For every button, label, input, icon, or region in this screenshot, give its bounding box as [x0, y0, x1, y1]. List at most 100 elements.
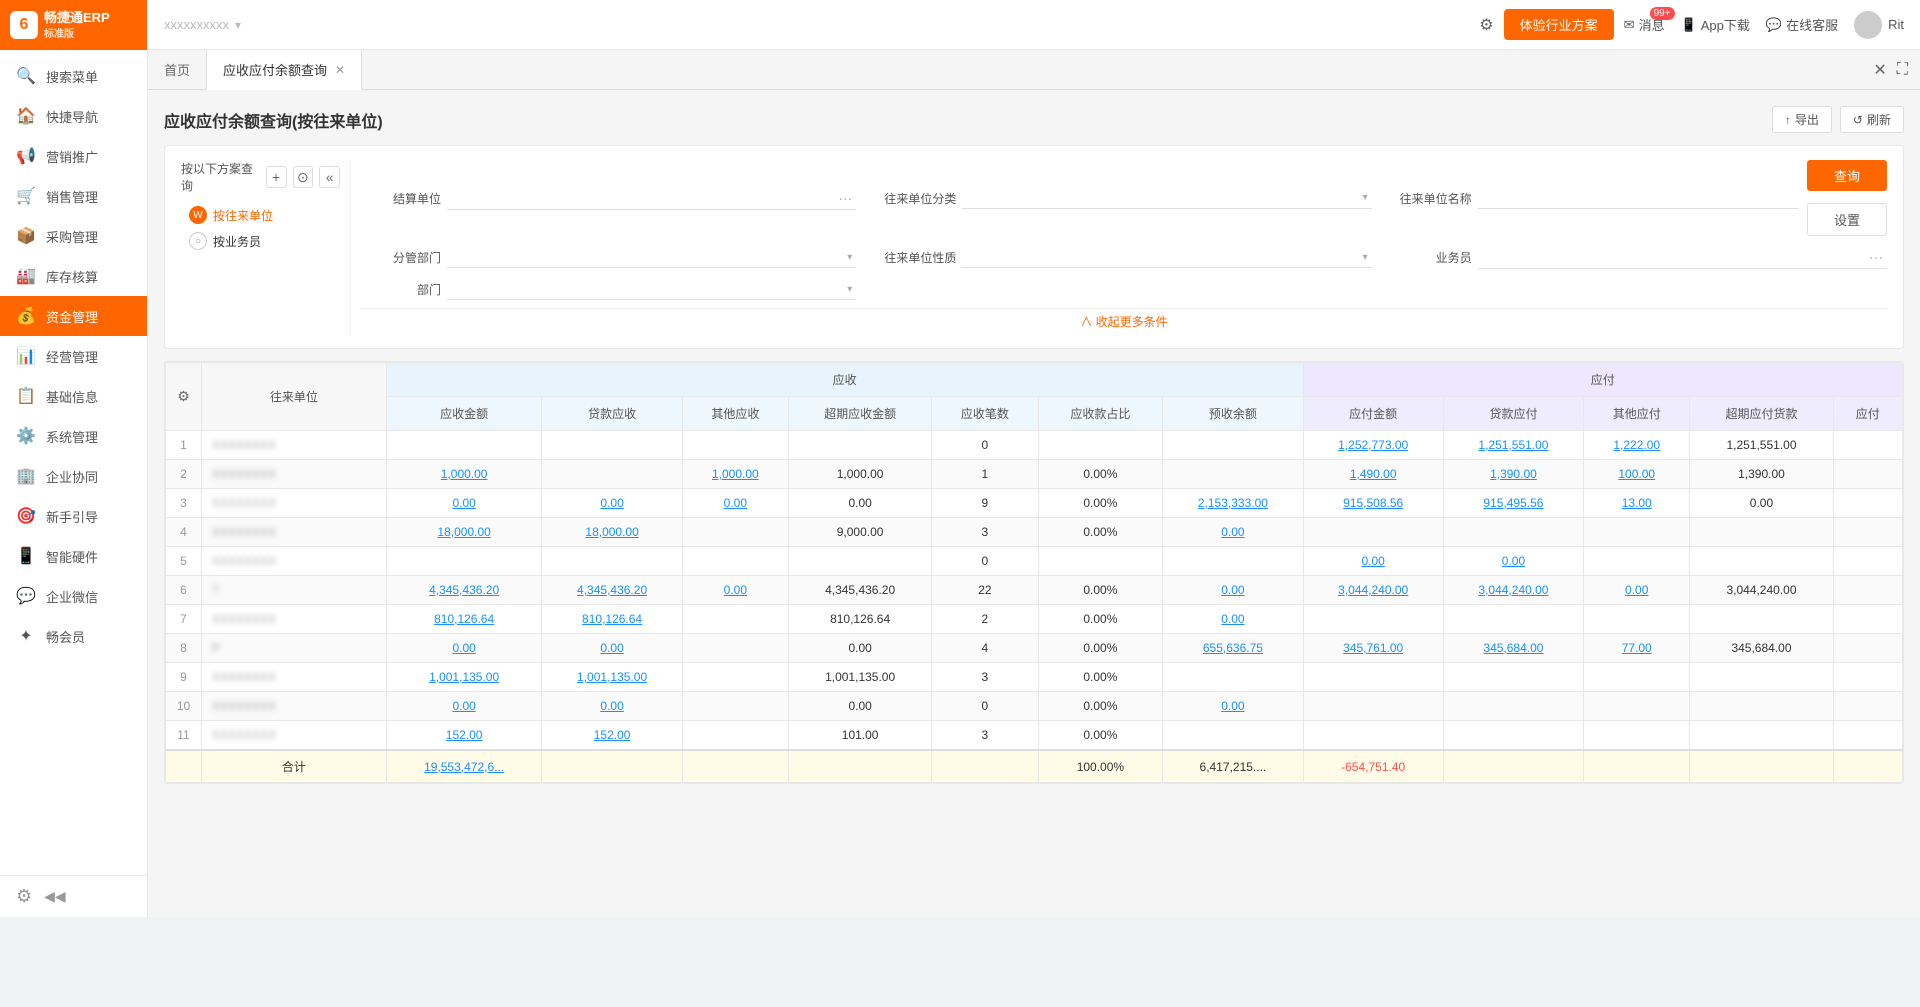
solution-button[interactable]: 体验行业方案 [1504, 9, 1614, 40]
other-yf-9[interactable] [1584, 663, 1690, 692]
sidebar-item-finance[interactable]: 💰 资金管理 [0, 296, 147, 336]
sidebar-item-basic-info[interactable]: 📋 基础信息 [0, 376, 147, 416]
other-ys-3[interactable]: 0.00 [682, 489, 788, 518]
other-yf-7[interactable] [1584, 605, 1690, 634]
yf-amount-11[interactable] [1303, 721, 1443, 751]
prepay-8[interactable]: 655,636.75 [1163, 634, 1303, 663]
yf-amount-4[interactable] [1303, 518, 1443, 547]
dk-yf-10[interactable] [1443, 692, 1583, 721]
other-ys-10[interactable] [682, 692, 788, 721]
prepay-10[interactable]: 0.00 [1163, 692, 1303, 721]
prepay-6[interactable]: 0.00 [1163, 576, 1303, 605]
other-ys-1[interactable] [682, 431, 788, 460]
yf-amount-2[interactable]: 1,490.00 [1303, 460, 1443, 489]
sidebar-item-search-menu[interactable]: 🔍 搜索菜单 [0, 56, 147, 96]
other-yf-8[interactable]: 77.00 [1584, 634, 1690, 663]
collapse-more-btn[interactable]: ∧ 收起更多条件 [361, 308, 1887, 334]
unit-nature-chevron-icon[interactable]: ▾ [1363, 252, 1368, 263]
dk-ys-7[interactable]: 810,126.64 [542, 605, 682, 634]
header-gear-icon[interactable]: ⚙ [1479, 15, 1493, 35]
yf-amount-1[interactable]: 1,252,773.00 [1303, 431, 1443, 460]
other-ys-8[interactable] [682, 634, 788, 663]
sidebar-item-guide[interactable]: 🎯 新手引导 [0, 496, 147, 536]
jiesuan-input[interactable] [451, 191, 834, 205]
other-ys-2[interactable]: 1,000.00 [682, 460, 788, 489]
table-settings-icon[interactable]: ⚙ [177, 388, 190, 404]
yf-amount-5[interactable]: 0.00 [1303, 547, 1443, 576]
sidebar-item-smart-hw[interactable]: 📱 智能硬件 [0, 536, 147, 576]
dk-yf-9[interactable] [1443, 663, 1583, 692]
ys-amount-8[interactable]: 0.00 [386, 634, 542, 663]
dk-ys-9[interactable]: 1,001,135.00 [542, 663, 682, 692]
tab-ar-ap[interactable]: 应收应付余额查询 ✕ [207, 50, 362, 90]
user-info[interactable]: Rit [1854, 11, 1904, 39]
sidebar-item-member[interactable]: ✦ 畅会员 [0, 616, 147, 656]
sidebar-item-operations[interactable]: 📊 经营管理 [0, 336, 147, 376]
dk-ys-3[interactable]: 0.00 [542, 489, 682, 518]
ys-amount-3[interactable]: 0.00 [386, 489, 542, 518]
prepay-11[interactable] [1163, 721, 1303, 751]
fenguan-input[interactable] [451, 250, 843, 264]
query-button[interactable]: 查询 [1807, 160, 1887, 191]
dk-yf-4[interactable] [1443, 518, 1583, 547]
fenguan-chevron-icon[interactable]: ▾ [847, 252, 852, 263]
add-schema-btn[interactable]: + [266, 166, 287, 188]
yf-amount-9[interactable] [1303, 663, 1443, 692]
dept-chevron-icon[interactable]: ▾ [847, 284, 852, 295]
prepay-5[interactable] [1163, 547, 1303, 576]
ys-amount-1[interactable] [386, 431, 542, 460]
ys-amount-6[interactable]: 4,345,436.20 [386, 576, 542, 605]
other-yf-3[interactable]: 13.00 [1584, 489, 1690, 518]
yf-amount-7[interactable] [1303, 605, 1443, 634]
unit-name-input[interactable] [1482, 191, 1795, 205]
salesperson-input[interactable] [1482, 250, 1865, 264]
dk-yf-7[interactable] [1443, 605, 1583, 634]
other-yf-5[interactable] [1584, 547, 1690, 576]
online-service-button[interactable]: 💬 在线客服 [1766, 15, 1838, 34]
ys-amount-9[interactable]: 1,001,135.00 [386, 663, 542, 692]
sidebar-settings-icon[interactable]: ⚙ [16, 886, 32, 907]
dk-yf-5[interactable]: 0.00 [1443, 547, 1583, 576]
footer-ys-amount[interactable]: 19,553,472,6... [386, 750, 542, 783]
sidebar-collapse-icon[interactable]: ◀◀ [44, 888, 66, 905]
dk-yf-3[interactable]: 915,495.56 [1443, 489, 1583, 518]
other-ys-4[interactable] [682, 518, 788, 547]
option-by-unit[interactable]: W 按往来单位 [181, 202, 340, 228]
ys-amount-7[interactable]: 810,126.64 [386, 605, 542, 634]
ys-amount-11[interactable]: 152.00 [386, 721, 542, 751]
dk-ys-11[interactable]: 152.00 [542, 721, 682, 751]
refresh-button[interactable]: ↺ 刷新 [1840, 106, 1904, 133]
tab-expand-icon[interactable]: ⛶ [1897, 61, 1908, 79]
yf-amount-3[interactable]: 915,508.56 [1303, 489, 1443, 518]
sidebar-item-wechat[interactable]: 💬 企业微信 [0, 576, 147, 616]
dk-yf-8[interactable]: 345,684.00 [1443, 634, 1583, 663]
collapse-schema-btn[interactable]: « [319, 166, 340, 188]
other-ys-6[interactable]: 0.00 [682, 576, 788, 605]
settings-button[interactable]: 设置 [1807, 203, 1887, 236]
app-download-button[interactable]: 📱 App下载 [1681, 15, 1750, 34]
sidebar-item-quick-nav[interactable]: 🏠 快捷导航 [0, 96, 147, 136]
ys-amount-2[interactable]: 1,000.00 [386, 460, 542, 489]
other-yf-10[interactable] [1584, 692, 1690, 721]
sidebar-item-system[interactable]: ⚙️ 系统管理 [0, 416, 147, 456]
tab-close-icon[interactable]: ✕ [335, 63, 345, 77]
other-yf-4[interactable] [1584, 518, 1690, 547]
prepay-2[interactable] [1163, 460, 1303, 489]
ys-amount-5[interactable] [386, 547, 542, 576]
ys-amount-4[interactable]: 18,000.00 [386, 518, 542, 547]
unit-nature-input[interactable] [966, 250, 1358, 264]
dk-yf-2[interactable]: 1,390.00 [1443, 460, 1583, 489]
dept-input[interactable] [451, 282, 843, 296]
other-yf-1[interactable]: 1,222.00 [1584, 431, 1690, 460]
dk-ys-2[interactable] [542, 460, 682, 489]
yf-amount-8[interactable]: 345,761.00 [1303, 634, 1443, 663]
option-by-staff[interactable]: ○ 按业务员 [181, 228, 340, 254]
dk-yf-11[interactable] [1443, 721, 1583, 751]
sidebar-item-sales[interactable]: 🛒 销售管理 [0, 176, 147, 216]
other-ys-11[interactable] [682, 721, 788, 751]
unit-cat-chevron-icon[interactable]: ▾ [1363, 192, 1368, 203]
other-ys-9[interactable] [682, 663, 788, 692]
sidebar-item-purchase[interactable]: 📦 采购管理 [0, 216, 147, 256]
prepay-3[interactable]: 2,153,333.00 [1163, 489, 1303, 518]
yf-amount-10[interactable] [1303, 692, 1443, 721]
